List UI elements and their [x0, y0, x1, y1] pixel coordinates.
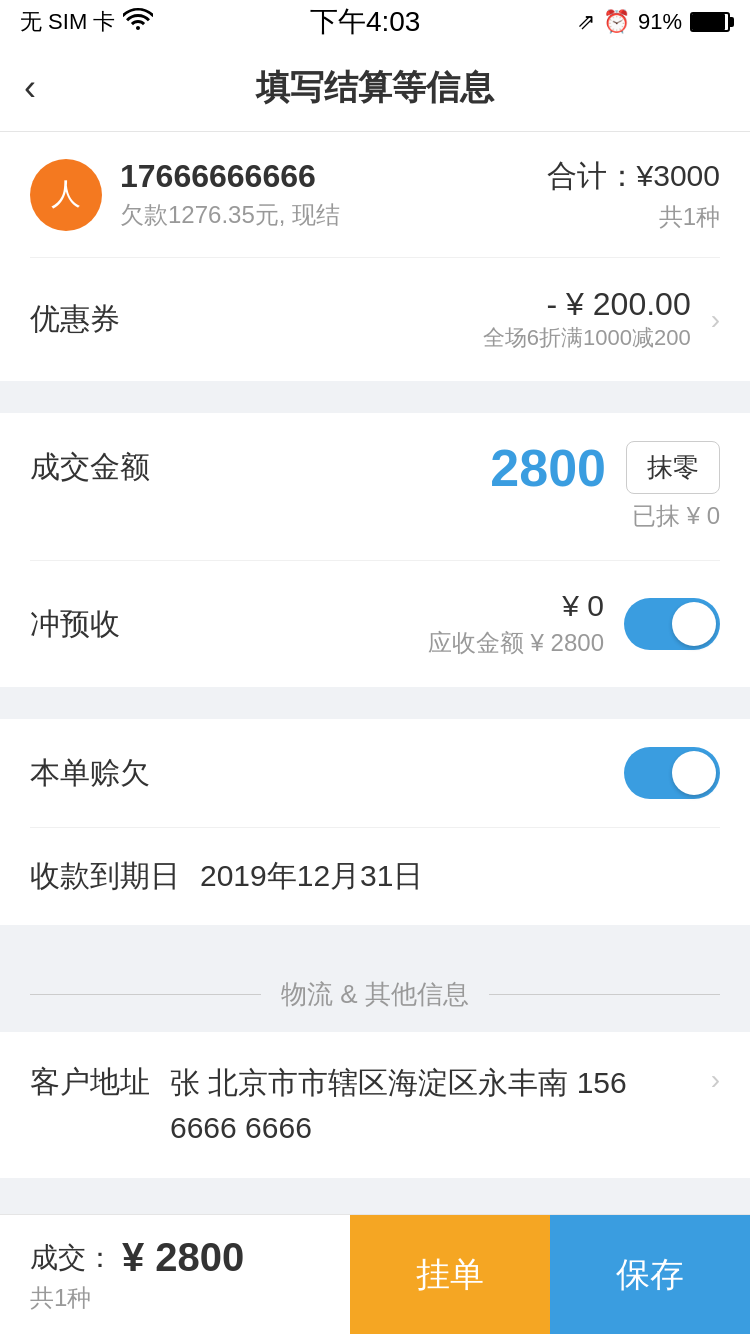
prepay-label: 冲预收: [30, 604, 120, 645]
due-row: 收款到期日 2019年12月31日: [0, 828, 750, 925]
customer-right: 合计：¥3000 共1种: [547, 156, 720, 233]
bottom-deal-amount: ¥ 2800: [122, 1235, 244, 1280]
page-title: 填写结算等信息: [256, 65, 494, 111]
arrears-card: 本单赊欠 收款到期日 2019年12月31日: [0, 719, 750, 925]
nav-bar: ‹ 填写结算等信息: [0, 44, 750, 132]
battery-percent: 91%: [638, 9, 682, 35]
save-button[interactable]: 保存: [550, 1215, 750, 1335]
bottom-count: 共1种: [30, 1282, 320, 1314]
arrears-toggle[interactable]: [624, 747, 720, 799]
customer-card: 人 17666666666 欠款1276.35元, 现结 合计：¥3000 共1…: [0, 132, 750, 381]
bottom-deal: 成交： ¥ 2800: [30, 1235, 320, 1280]
amount-sub: 已抹 ¥ 0: [30, 500, 720, 532]
customer-count: 共1种: [547, 201, 720, 233]
arrears-label: 本单赊欠: [30, 753, 150, 794]
coupon-row[interactable]: 优惠券 - ¥ 200.00 全场6折满1000减200 ›: [0, 258, 750, 381]
due-date: 2019年12月31日: [200, 856, 423, 897]
amount-number: 2800: [490, 442, 606, 494]
alarm-icon: ⏰: [603, 9, 630, 35]
bottom-summary: 成交： ¥ 2800 共1种: [0, 1235, 350, 1314]
coupon-right: - ¥ 200.00 全场6折满1000减200 ›: [483, 286, 720, 353]
customer-left: 人 17666666666 欠款1276.35元, 现结: [30, 158, 340, 231]
logistics-line-left: [30, 994, 261, 995]
avatar-text: 人: [51, 174, 81, 215]
transaction-card: 成交金额 2800 抹零 已抹 ¥ 0 冲预收 ¥ 0 应收金额 ¥ 2800: [0, 413, 750, 687]
customer-total: 合计：¥3000: [547, 156, 720, 197]
customer-info: 17666666666 欠款1276.35元, 现结: [120, 158, 340, 231]
back-button[interactable]: ‹: [24, 67, 36, 109]
customer-phone: 17666666666: [120, 158, 340, 195]
status-bar: 无 SIM 卡 下午4:03 ⇗ ⏰ 91%: [0, 0, 750, 44]
toggle-knob: [672, 602, 716, 646]
customer-row: 人 17666666666 欠款1276.35元, 现结 合计：¥3000 共1…: [0, 132, 750, 257]
prepay-row: 冲预收 ¥ 0 应收金额 ¥ 2800: [0, 561, 750, 687]
no-sim-label: 无 SIM 卡: [20, 7, 115, 37]
address-card: 客户地址 张 北京市市辖区海淀区永丰南 156 6666 6666 ›: [0, 1032, 750, 1178]
round-button[interactable]: 抹零: [626, 441, 720, 494]
amount-row: 成交金额 2800 抹零: [30, 441, 720, 494]
gray-sep-2: [0, 703, 750, 719]
coupon-amount: - ¥ 200.00: [483, 286, 691, 323]
coupon-right-block: - ¥ 200.00 全场6折满1000减200: [483, 286, 691, 353]
address-chevron-icon: ›: [711, 1064, 720, 1096]
bottom-deal-label: 成交：: [30, 1239, 114, 1277]
prepay-sub: 应收金额 ¥ 2800: [428, 627, 604, 659]
hold-button[interactable]: 挂单: [350, 1215, 550, 1335]
gray-sep-1: [0, 397, 750, 413]
amount-section: 成交金额 2800 抹零 已抹 ¥ 0: [0, 413, 750, 560]
wifi-icon: [123, 8, 153, 36]
prepay-right: ¥ 0 应收金额 ¥ 2800: [428, 589, 720, 659]
status-right: ⇗ ⏰ 91%: [577, 9, 730, 35]
prepay-amount-block: ¥ 0 应收金额 ¥ 2800: [428, 589, 604, 659]
address-row[interactable]: 客户地址 张 北京市市辖区海淀区永丰南 156 6666 6666 ›: [0, 1032, 750, 1178]
amount-right: 2800 抹零: [490, 441, 720, 494]
logistics-label: 物流 & 其他信息: [281, 977, 469, 1012]
prepay-amount: ¥ 0: [428, 589, 604, 623]
battery-icon: [690, 12, 730, 32]
logistics-divider: 物流 & 其他信息: [0, 957, 750, 1032]
arrears-row: 本单赊欠: [0, 719, 750, 827]
status-left: 无 SIM 卡: [20, 7, 153, 37]
coupon-desc: 全场6折满1000减200: [483, 323, 691, 353]
prepay-toggle[interactable]: [624, 598, 720, 650]
content: 人 17666666666 欠款1276.35元, 现结 合计：¥3000 共1…: [0, 132, 750, 1324]
status-time: 下午4:03: [310, 3, 421, 41]
amount-label: 成交金额: [30, 447, 150, 488]
bottom-bar: 成交： ¥ 2800 共1种 挂单 保存: [0, 1214, 750, 1334]
address-content: 张 北京市市辖区海淀区永丰南 156 6666 6666: [170, 1060, 699, 1150]
gray-sep-3: [0, 941, 750, 957]
avatar: 人: [30, 159, 102, 231]
logistics-line-right: [489, 994, 720, 995]
location-icon: ⇗: [577, 9, 595, 35]
coupon-chevron-icon: ›: [711, 304, 720, 336]
address-label: 客户地址: [30, 1062, 150, 1103]
customer-sub: 欠款1276.35元, 现结: [120, 199, 340, 231]
coupon-label: 优惠券: [30, 299, 120, 340]
due-label: 收款到期日: [30, 856, 180, 897]
arrears-toggle-knob: [672, 751, 716, 795]
